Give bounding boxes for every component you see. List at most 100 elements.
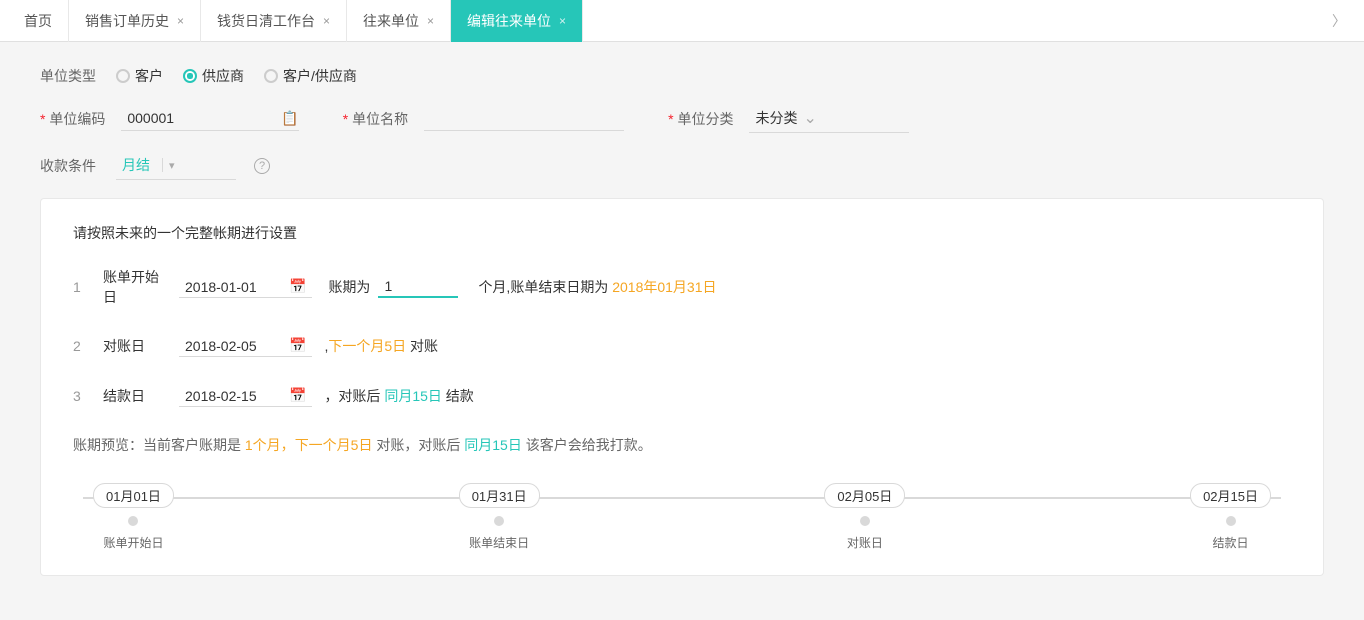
- period-month-input[interactable]: [378, 276, 458, 298]
- timeline-label-3: 对账日: [847, 534, 883, 551]
- period-row-2: 2 对账日 📅 ,下一个月5日 对账: [73, 335, 1291, 357]
- preview-end: 该客户会给我打款。: [522, 437, 652, 453]
- tab-daily-workbench-close[interactable]: ×: [323, 14, 330, 28]
- radio-both[interactable]: 客户/供应商: [264, 66, 357, 86]
- calendar-icon-2[interactable]: 📅: [289, 337, 306, 354]
- tab-sales-history[interactable]: 销售订单历史 ×: [69, 0, 201, 42]
- timeline-node-3: 02月05日 对账日: [824, 483, 905, 551]
- tab-partner-units-close[interactable]: ×: [427, 14, 434, 28]
- preview-val2: 下一个月5日: [295, 437, 373, 453]
- radio-both-circle: [264, 69, 278, 83]
- timeline-node-1: 01月01日 账单开始日: [93, 483, 174, 551]
- unit-info-row: 单位编码 📋 单位名称 河南供应商22 单位分类 未分类 ⌄: [40, 104, 1324, 133]
- timeline-dot-4: [1226, 516, 1236, 526]
- period-suffix-3: ，对账后 同月15日 结款: [324, 386, 473, 406]
- timeline-dot-1: [128, 516, 138, 526]
- preview-val3: 同月15日: [464, 437, 522, 453]
- radio-supplier[interactable]: 供应商: [183, 66, 244, 86]
- period-index-3: 3: [73, 388, 103, 404]
- tab-partner-units-label: 往来单位: [363, 11, 419, 31]
- preview-val1: 1个月，: [245, 437, 295, 453]
- period-row-3: 3 结款日 📅 ，对账后 同月15日 结款: [73, 385, 1291, 407]
- help-icon[interactable]: ?: [254, 158, 270, 174]
- unit-code-group: 单位编码 📋: [40, 106, 299, 131]
- tab-home[interactable]: 首页: [8, 0, 69, 42]
- payment-condition-select[interactable]: 月结 ▾: [116, 151, 236, 180]
- radio-supplier-label: 供应商: [202, 66, 244, 86]
- timeline-label-4: 结款日: [1213, 534, 1249, 551]
- period-index-2: 2: [73, 338, 103, 354]
- timeline-node-2: 01月31日 账单结束日: [459, 483, 540, 551]
- tab-sales-history-close[interactable]: ×: [177, 14, 184, 28]
- timeline-label-1: 账单开始日: [103, 534, 163, 551]
- period-suffix-1: 账期为: [328, 277, 370, 297]
- tabs-bar: 首页 销售订单历史 × 钱货日清工作台 × 往来单位 × 编辑往来单位 × 〉: [0, 0, 1364, 42]
- period-field-label-1: 账单开始日: [103, 267, 163, 307]
- tab-partner-units[interactable]: 往来单位 ×: [347, 0, 451, 42]
- radio-supplier-circle: [183, 69, 197, 83]
- unit-code-input-wrap: 📋: [121, 106, 298, 131]
- period-suffix-1b: 个月,账单结束日期为 2018年01月31日: [478, 277, 716, 297]
- unit-name-group: 单位名称 河南供应商22: [343, 106, 624, 131]
- timeline-label-2: 账单结束日: [469, 534, 529, 551]
- same-month-15: 同月15日: [384, 388, 442, 404]
- radio-customer-circle: [116, 69, 130, 83]
- tab-sales-history-label: 销售订单历史: [85, 11, 169, 31]
- page-content: 单位类型 客户 供应商 客户/供应商 单位编码 📋 单位: [0, 42, 1364, 620]
- copy-icon[interactable]: 📋: [281, 110, 298, 127]
- period-field-label-3: 结款日: [103, 386, 163, 406]
- calendar-icon-1[interactable]: 📅: [289, 278, 306, 295]
- payment-condition-label: 收款条件: [40, 156, 96, 176]
- payment-condition-row: 收款条件 月结 ▾ ?: [40, 151, 1324, 180]
- unit-category-select[interactable]: 未分类 ⌄: [749, 104, 909, 133]
- unit-name-input[interactable]: 河南供应商22: [424, 106, 624, 131]
- date-field-3[interactable]: [185, 388, 285, 404]
- tab-edit-partner-close[interactable]: ×: [559, 14, 566, 28]
- timeline-date-2: 01月31日: [459, 483, 540, 508]
- unit-name-label: 单位名称: [343, 109, 408, 129]
- timeline-date-4: 02月15日: [1190, 483, 1271, 508]
- category-chevron-down-icon: ⌄: [803, 108, 816, 128]
- period-index-1: 1: [73, 279, 103, 295]
- date-field-2[interactable]: [185, 338, 285, 354]
- date-input-2: 📅: [179, 335, 312, 357]
- period-suffix-2: ,下一个月5日 对账: [324, 336, 438, 356]
- date-input-3: 📅: [179, 385, 312, 407]
- unit-category-group: 单位分类 未分类 ⌄: [668, 104, 909, 133]
- tab-edit-partner[interactable]: 编辑往来单位 ×: [451, 0, 583, 42]
- radio-both-label: 客户/供应商: [283, 66, 357, 86]
- timeline-nodes: 01月01日 账单开始日 01月31日 账单结束日 02月05日 对账日: [93, 483, 1271, 551]
- timeline-date-3: 02月05日: [824, 483, 905, 508]
- tabs-expand-button[interactable]: 〉: [1322, 11, 1356, 31]
- calendar-icon-3[interactable]: 📅: [289, 387, 306, 404]
- radio-customer-label: 客户: [135, 66, 163, 86]
- preview-text: 账期预览：当前客户账期是 1个月，下一个月5日 对账，对账后 同月15日 该客户…: [73, 435, 1291, 455]
- timeline-node-4: 02月15日 结款日: [1190, 483, 1271, 551]
- unit-category-label: 单位分类: [668, 109, 733, 129]
- period-settings-box: 请按照未来的一个完整帐期进行设置 1 账单开始日 📅 账期为 个月,账单结束日期…: [40, 198, 1324, 576]
- preview-mid: 对账，对账后: [372, 437, 464, 453]
- tab-edit-partner-label: 编辑往来单位: [467, 11, 551, 31]
- unit-category-value: 未分类: [755, 108, 797, 128]
- period-box-title: 请按照未来的一个完整帐期进行设置: [73, 223, 1291, 243]
- preview-label: 账期预览：当前客户账期是: [73, 437, 245, 453]
- tab-daily-workbench[interactable]: 钱货日清工作台 ×: [201, 0, 347, 42]
- payment-condition-chevron-down-icon: ▾: [169, 159, 175, 172]
- timeline-dot-3: [860, 516, 870, 526]
- timeline-dot-2: [494, 516, 504, 526]
- period-row-1: 1 账单开始日 📅 账期为 个月,账单结束日期为 2018年01月31日: [73, 267, 1291, 307]
- select-divider: [162, 158, 163, 172]
- unit-type-radio-group: 客户 供应商 客户/供应商: [116, 66, 357, 86]
- radio-customer[interactable]: 客户: [116, 66, 163, 86]
- next-month-5: 下一个月5日: [328, 338, 406, 354]
- date-input-1: 📅: [179, 276, 312, 298]
- payment-condition-value: 月结: [122, 155, 150, 175]
- unit-code-input[interactable]: [121, 106, 281, 130]
- timeline-date-1: 01月01日: [93, 483, 174, 508]
- date-field-1[interactable]: [185, 279, 285, 295]
- unit-type-label: 单位类型: [40, 66, 96, 86]
- tab-daily-workbench-label: 钱货日清工作台: [217, 11, 315, 31]
- unit-code-label: 单位编码: [40, 109, 105, 129]
- period-end-date: 2018年01月31日: [612, 279, 716, 295]
- tab-home-label: 首页: [24, 11, 52, 31]
